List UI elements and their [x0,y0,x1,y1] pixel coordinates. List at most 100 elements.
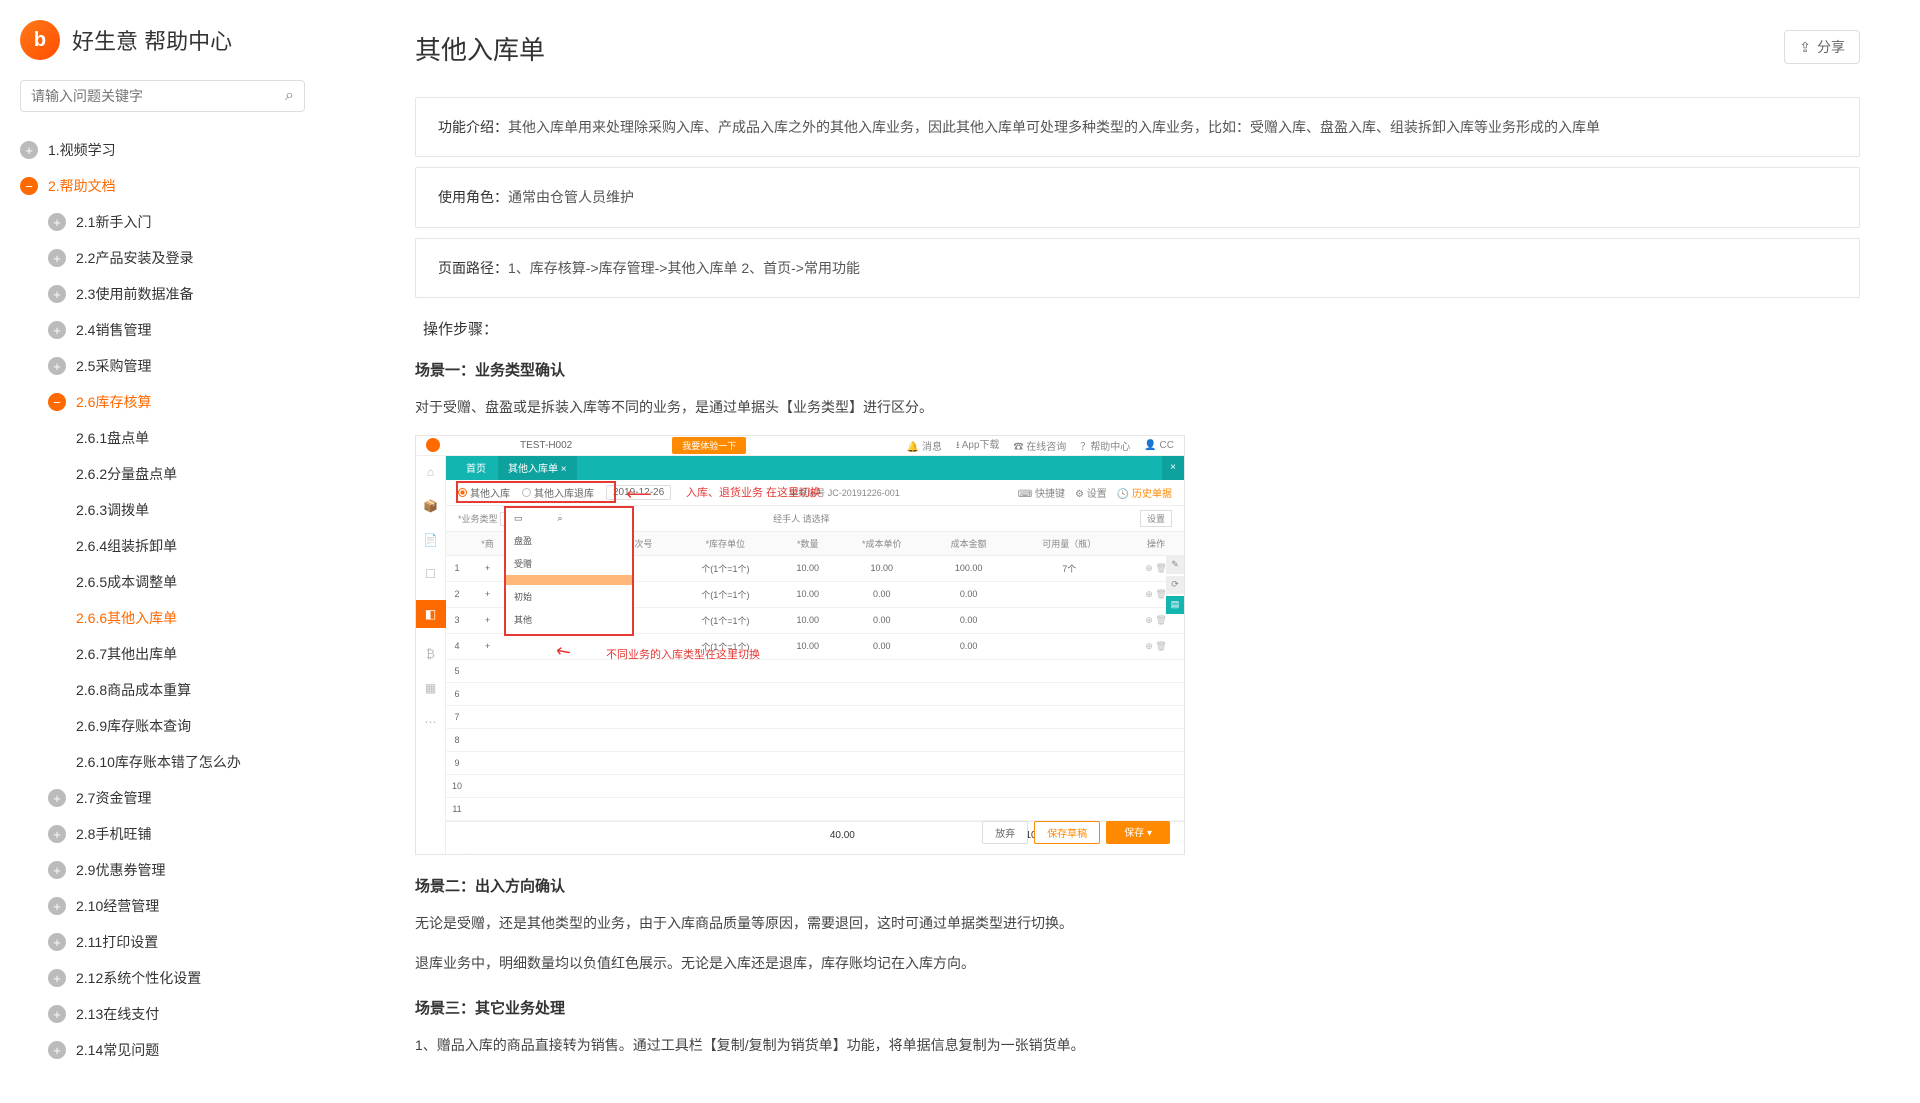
search-icon[interactable]: ⌕ [285,87,294,105]
nav-label: 2.13在线支付 [76,1004,159,1024]
shot-trial-button: 我要体验一下 [672,437,746,454]
dd-opt-3 [506,575,632,585]
annotation-text-1: 入库、退货业务 在这里切换 [686,484,821,500]
role-label: 使用角色： [438,189,508,205]
shot-side-nav: ⌂ 📦 📄 ☐ ◧ ₿ ▦ ⋯ [416,456,446,854]
plus-icon: + [48,1041,66,1059]
nav-label: 2.6库存核算 [76,392,151,412]
nav-2-11[interactable]: +2.11打印设置 [48,924,305,960]
table-row: 6 [446,682,1184,705]
table-row: 11 [446,797,1184,820]
list-icon: 📄 [423,532,439,548]
nav-2-3[interactable]: +2.3使用前数据准备 [48,276,305,312]
nav-2-6-4[interactable]: 2.6.4组装拆卸单 [76,528,305,564]
nav-label: 1.视频学习 [48,140,116,160]
nav-2-6-2[interactable]: 2.6.2分量盘点单 [76,456,305,492]
search-box[interactable]: ⌕ [20,80,305,112]
plus-icon: + [48,285,66,303]
nav-2-6-6[interactable]: 2.6.6其他入库单 [76,600,305,636]
dd-opt-1: 盘盈 [506,529,632,552]
nav-label: 2.7资金管理 [76,788,151,808]
scene1-text: 对于受赠、盘盈或是拆装入库等不同的业务，是通过单据头【业务类型】进行区分。 [415,394,1860,421]
nav-2-13[interactable]: +2.13在线支付 [48,996,305,1032]
dropdown-search: ▭ ⌕ [506,508,632,529]
search-input[interactable] [31,88,285,104]
annotation-text-2: 不同业务的入库类型在这里切换 [606,646,760,662]
page-title: 其他入库单 [415,30,545,67]
share-button[interactable]: ⇪ 分享 [1784,30,1860,64]
nav-2-6-3[interactable]: 2.6.3调拨单 [76,492,305,528]
nav-label: 2.11打印设置 [76,932,158,952]
tool-icon: ▤ [1166,596,1184,614]
scene2-text1: 无论是受赠，还是其他类型的业务，由于入库商品质量等原因，需要退回，这时可通过单据… [415,910,1860,937]
nav-2-6[interactable]: −2.6库存核算 [48,384,305,420]
logo: b 好生意 帮助中心 [20,20,305,60]
nav-label: 2.帮助文档 [48,176,116,196]
nav-2-4[interactable]: +2.4销售管理 [48,312,305,348]
nav-docs[interactable]: −2.帮助文档 [20,168,305,204]
shot-top-avatar: 👤 CC [1144,440,1174,451]
nav-2-6-7[interactable]: 2.6.7其他出库单 [76,636,305,672]
nav-2-12[interactable]: +2.12系统个性化设置 [48,960,305,996]
nav-2-8[interactable]: +2.8手机旺铺 [48,816,305,852]
annotation-box-1 [456,481,616,503]
nav-2-6-5[interactable]: 2.6.5成本调整单 [76,564,305,600]
nav-2-6-10[interactable]: 2.6.10库存账本错了怎么办 [76,744,305,780]
nav-2-6-9[interactable]: 2.6.9库存账本查询 [76,708,305,744]
history-link: 🕓 历史单据 [1117,485,1172,500]
nav-2-9[interactable]: +2.9优惠券管理 [48,852,305,888]
nav-label: 2.4销售管理 [76,320,151,340]
table-row: 7 [446,705,1184,728]
role-text: 通常由仓管人员维护 [508,189,634,205]
dd-opt-4: 初始 [506,585,632,608]
intro-box: 功能介绍：其他入库单用来处理除采购入库、产成品入库之外的其他入库业务，因此其他入… [415,97,1860,157]
nav-docs-children: +2.1新手入门 +2.2产品安装及登录 +2.3使用前数据准备 +2.4销售管… [20,204,305,1068]
save-draft-button: 保存草稿 [1034,821,1100,844]
share-icon: ⇪ [1799,39,1811,56]
nav-2-5[interactable]: +2.5采购管理 [48,348,305,384]
nav-2-6-children: 2.6.1盘点单 2.6.2分量盘点单 2.6.3调拨单 2.6.4组装拆卸单 … [48,420,305,780]
close-icon: × [1162,456,1184,480]
nav-2-10[interactable]: +2.10经营管理 [48,888,305,924]
shot-top-msg: 🔔 消息 [907,438,942,453]
annotation-box-2: ▭ ⌕ 盘盈 受赠 初始 其他 [504,506,634,636]
sidebar: b 好生意 帮助中心 ⌕ +1.视频学习 −2.帮助文档 +2.1新手入门 +2… [0,0,325,1103]
scene2-text2: 退库业务中，明细数量均以负值红色展示。无论是入库还是退库，库存账均记在入库方向。 [415,950,1860,977]
steps-title: 操作步骤： [423,318,1860,339]
tool-icon: ⟳ [1166,576,1184,594]
shot-logo-icon [426,438,440,452]
minus-icon: − [48,393,66,411]
dd-opt-2: 受赠 [506,552,632,575]
nav-videos[interactable]: +1.视频学习 [20,132,305,168]
right-tool-strip: ✎ ⟳ ▤ [1166,556,1184,616]
share-label: 分享 [1817,37,1845,57]
shot-top-download: ⭳ App下载 [956,436,1000,455]
nav-2-6-1[interactable]: 2.6.1盘点单 [76,420,305,456]
home-icon: ⌂ [423,464,439,480]
nav-label: 2.1新手入门 [76,212,151,232]
save-button: 保存 ▾ [1106,821,1170,844]
nav-2-7[interactable]: +2.7资金管理 [48,780,305,816]
active-icon: ◧ [416,600,446,628]
nav-2-6-8[interactable]: 2.6.8商品成本重算 [76,672,305,708]
settings-link: ⚙ 设置 [1075,485,1107,500]
shot-tab-current: 其他入库单 × [498,456,577,480]
plus-icon: + [48,249,66,267]
screenshot-illustration: TEST-H002 我要体验一下 🔔 消息 ⭳ App下载 ☎ 在线咨询 ？帮助… [415,435,1185,855]
nav-2-2[interactable]: +2.2产品安装及登录 [48,240,305,276]
plus-icon: + [48,861,66,879]
shot-main-area: 首页 其他入库单 × × 其他入库 其他入库退库 2019-12-26 单据编号… [446,456,1184,854]
nav-label: 2.8手机旺铺 [76,824,151,844]
nav-2-14[interactable]: +2.14常见问题 [48,1032,305,1068]
table-row: 9 [446,751,1184,774]
box-icon: ☐ [423,566,439,582]
role-box: 使用角色：通常由仓管人员维护 [415,167,1860,227]
plus-icon: + [48,1005,66,1023]
nav-2-1[interactable]: +2.1新手入门 [48,204,305,240]
plus-icon: + [48,933,66,951]
more-icon: ⋯ [423,714,439,730]
plus-icon: + [48,789,66,807]
path-label: 页面路径： [438,260,508,276]
pkg-icon: 📦 [423,498,439,514]
logo-text: 好生意 帮助中心 [72,24,232,56]
